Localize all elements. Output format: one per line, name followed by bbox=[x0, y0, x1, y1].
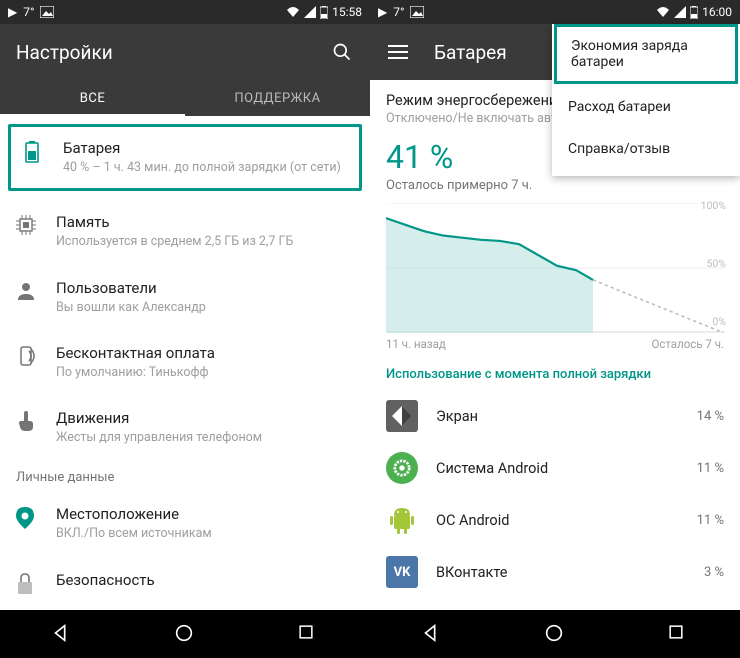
usage-pct: 14 % bbox=[697, 409, 724, 424]
axis-0: 0% bbox=[712, 315, 726, 328]
item-sub: По умолчанию: Тинькофф bbox=[56, 365, 354, 381]
nav-home[interactable] bbox=[173, 622, 197, 646]
item-title: Батарея bbox=[63, 139, 347, 157]
status-temp: 7° bbox=[393, 5, 404, 19]
nav-recents[interactable] bbox=[296, 622, 320, 646]
signal-icon bbox=[304, 6, 316, 18]
item-title: Пользователи bbox=[56, 279, 354, 297]
item-gestures[interactable]: Движения Жесты для управления телефоном bbox=[0, 395, 370, 460]
wifi-icon bbox=[656, 6, 670, 18]
menu-help-feedback[interactable]: Справка/отзыв bbox=[552, 128, 740, 170]
menu-battery-saver[interactable]: Экономия заряда батареи bbox=[557, 27, 735, 81]
status-time: 15:58 bbox=[332, 5, 362, 19]
vk-icon: VK bbox=[386, 556, 418, 588]
chart-x-labels: 11 ч. назад Осталось 7 ч. bbox=[370, 337, 740, 355]
item-sub: ВКЛ./По всем источникам bbox=[56, 526, 354, 542]
item-battery[interactable]: Батарея 40 % – 1 ч. 43 мин. до полной за… bbox=[11, 127, 359, 188]
battery-icon bbox=[320, 6, 328, 19]
item-sub: Используется в среднем 2,5 ГБ из 2,7 ГБ bbox=[56, 234, 354, 250]
usage-pct: 11 % bbox=[697, 513, 724, 528]
status-bar: ▶ 7° 15:58 bbox=[0, 0, 370, 24]
page-title: Настройки bbox=[16, 41, 113, 64]
screen-icon bbox=[386, 400, 418, 432]
usage-item-vk[interactable]: VK ВКонтакте 3 % bbox=[370, 546, 740, 598]
menu-icon[interactable] bbox=[386, 40, 410, 64]
lock-icon bbox=[16, 571, 56, 595]
item-title: Местоположение bbox=[56, 505, 354, 523]
section-personal: Личные данные bbox=[0, 460, 370, 491]
gear-icon bbox=[386, 452, 418, 484]
usage-item-android-system[interactable]: Система Android 11 % bbox=[370, 442, 740, 494]
app-bar: Настройки bbox=[0, 24, 370, 80]
item-nfc-pay[interactable]: Бесконтактная оплата По умолчанию: Тиньк… bbox=[0, 330, 370, 395]
item-sub: Вы вошли как Александр bbox=[56, 300, 354, 316]
gesture-icon bbox=[16, 409, 56, 431]
battery-chart[interactable]: 100% 50% 0% bbox=[386, 203, 724, 333]
settings-list: Батарея 40 % – 1 ч. 43 мин. до полной за… bbox=[0, 116, 370, 610]
play-icon: ▶ bbox=[8, 5, 17, 19]
item-users[interactable]: Пользователи Вы вошли как Александр bbox=[0, 265, 370, 330]
highlight-battery: Батарея 40 % – 1 ч. 43 мин. до полной за… bbox=[8, 124, 362, 191]
usage-label: ВКонтакте bbox=[436, 564, 704, 581]
nav-back[interactable] bbox=[420, 622, 444, 646]
item-sub: Жесты для управления телефоном bbox=[56, 430, 354, 446]
signal-icon bbox=[674, 6, 686, 18]
usage-item-android-os[interactable]: ОС Android 11 % bbox=[370, 494, 740, 546]
tab-bar: ВСЕ ПОДДЕРЖКА bbox=[0, 80, 370, 116]
battery-remaining: Осталось примерно 7 ч. bbox=[386, 178, 724, 193]
location-icon bbox=[16, 505, 56, 529]
item-title: Память bbox=[56, 213, 354, 231]
item-memory[interactable]: Память Используется в среднем 2,5 ГБ из … bbox=[0, 199, 370, 264]
wifi-icon bbox=[286, 6, 300, 18]
nav-back[interactable] bbox=[50, 622, 74, 646]
picture-icon bbox=[410, 6, 424, 18]
highlight-battery-saver-menu: Экономия заряда батареи bbox=[554, 24, 738, 84]
status-temp: 7° bbox=[23, 5, 34, 19]
usage-label: Система Android bbox=[436, 460, 697, 477]
nav-bar bbox=[370, 610, 740, 658]
status-time: 16:00 bbox=[702, 5, 732, 19]
nav-bar bbox=[0, 610, 370, 658]
nav-home[interactable] bbox=[543, 622, 567, 646]
battery-icon bbox=[690, 6, 698, 19]
item-title: Движения bbox=[56, 409, 354, 427]
page-title: Батарея bbox=[434, 41, 507, 64]
item-sub: 40 % – 1 ч. 43 мин. до полной зарядки (о… bbox=[63, 160, 347, 176]
item-location[interactable]: Местоположение ВКЛ./По всем источникам bbox=[0, 491, 370, 556]
item-title: Безопасность bbox=[56, 571, 354, 589]
search-icon[interactable] bbox=[330, 40, 354, 64]
battery-icon bbox=[23, 139, 63, 163]
nav-recents[interactable] bbox=[666, 622, 690, 646]
usage-header: Использование с момента полной зарядки bbox=[370, 355, 740, 390]
picture-icon bbox=[40, 6, 54, 18]
memory-icon bbox=[16, 213, 56, 235]
item-security[interactable]: Безопасность bbox=[0, 557, 370, 609]
overflow-menu: Экономия заряда батареи Расход батареи С… bbox=[552, 24, 740, 176]
person-icon bbox=[16, 279, 56, 301]
play-icon: ▶ bbox=[378, 5, 387, 19]
item-title: Бесконтактная оплата bbox=[56, 344, 354, 362]
android-icon bbox=[386, 504, 418, 536]
usage-label: Экран bbox=[436, 408, 697, 425]
settings-screen: ▶ 7° 15:58 Настройки ВСЕ ПОДДЕРЖКА bbox=[0, 0, 370, 658]
nfc-icon bbox=[16, 344, 56, 366]
usage-item-network[interactable]: Связь с сетью 2 % bbox=[370, 598, 740, 610]
chart-label-right: Осталось 7 ч. bbox=[651, 337, 724, 351]
battery-screen: ▶ 7° 16:00 Батарея Режим энергосбережени… bbox=[370, 0, 740, 658]
axis-100: 100% bbox=[701, 199, 726, 212]
usage-pct: 3 % bbox=[704, 565, 724, 580]
usage-item-screen[interactable]: Экран 14 % bbox=[370, 390, 740, 442]
tab-support[interactable]: ПОДДЕРЖКА bbox=[185, 80, 370, 116]
tab-all[interactable]: ВСЕ bbox=[0, 80, 185, 116]
usage-label: ОС Android bbox=[436, 512, 697, 529]
status-bar: ▶ 7° 16:00 bbox=[370, 0, 740, 24]
chart-label-left: 11 ч. назад bbox=[386, 337, 446, 351]
axis-50: 50% bbox=[707, 257, 727, 270]
usage-pct: 11 % bbox=[697, 461, 724, 476]
menu-battery-usage[interactable]: Расход батареи bbox=[552, 86, 740, 128]
